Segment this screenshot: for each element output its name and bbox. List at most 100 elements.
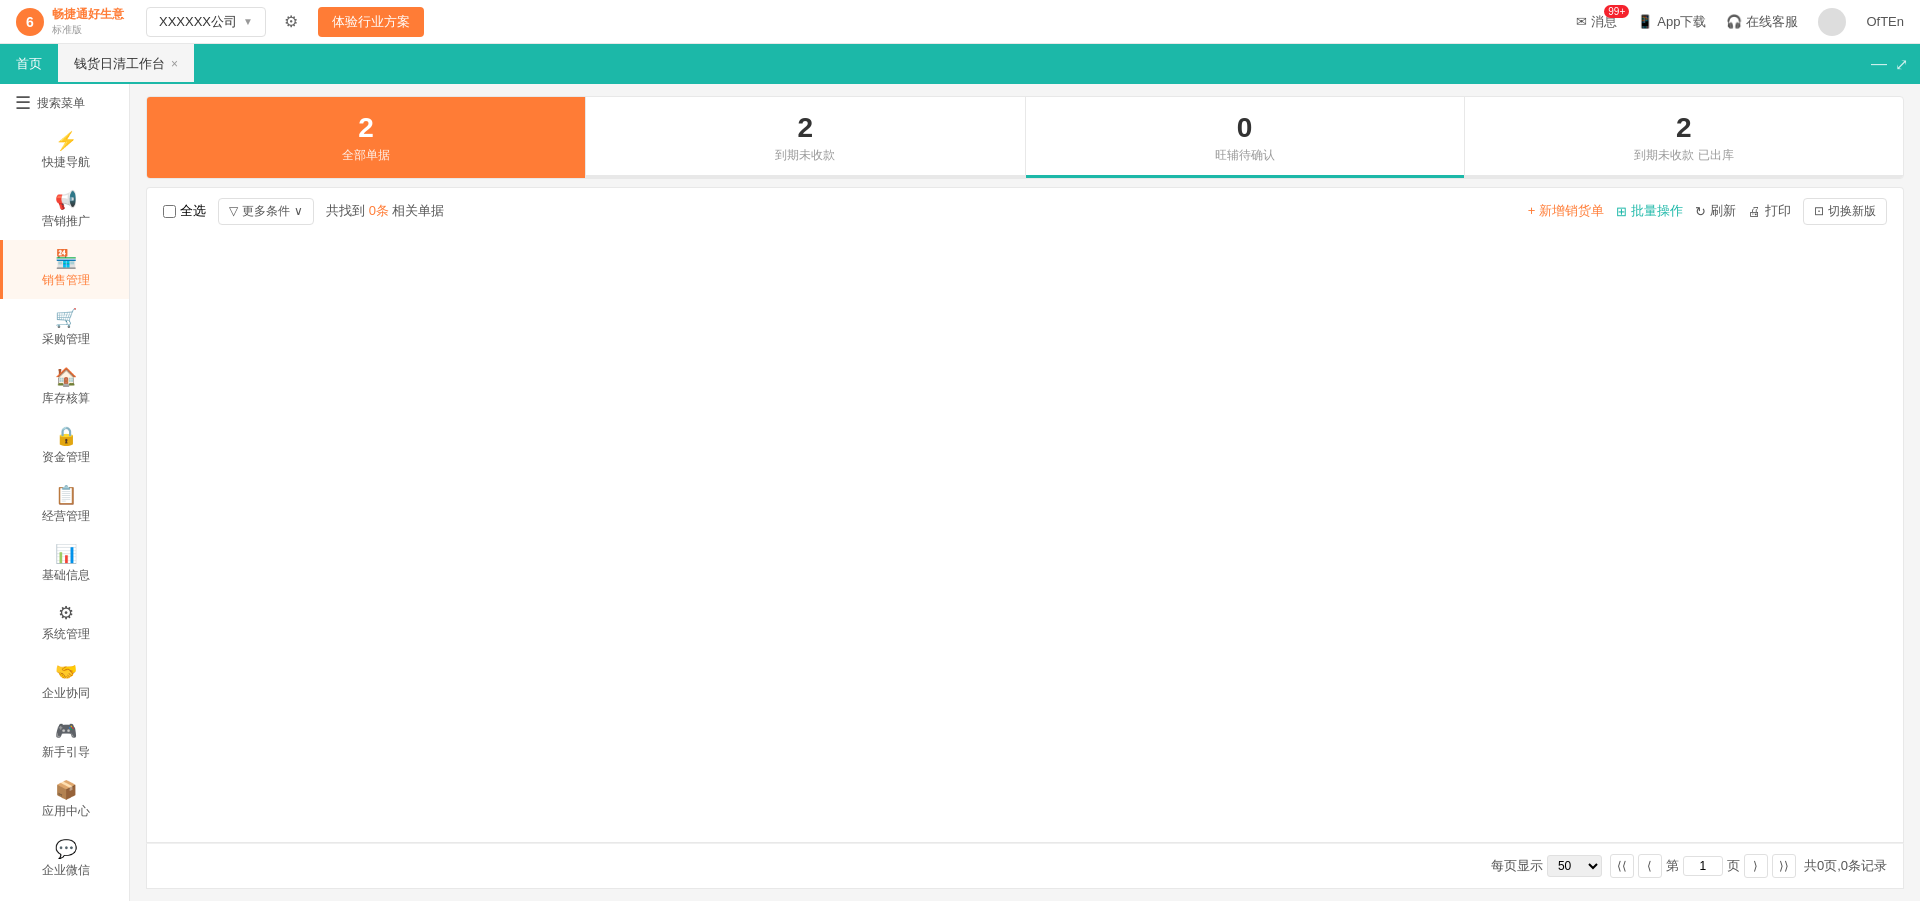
page-nav: ⟨⟨ ⟨ 第 页 ⟩ ⟩⟩ xyxy=(1610,854,1796,878)
stat-overdue[interactable]: 2 到期未收款 xyxy=(586,97,1025,178)
toolbar-right: + 新增销货单 ⊞ 批量操作 ↻ 刷新 🖨 打印 ⊡ 切换新版 xyxy=(1528,198,1887,225)
toolbar: 全选 ▽ 更多条件 ∨ 共找到 0条 相关单据 + 新增销货单 ⊞ 批量操作 xyxy=(146,187,1904,235)
username: OfTEn xyxy=(1866,14,1904,29)
online-service-btn[interactable]: 🎧 在线客服 xyxy=(1726,13,1798,31)
dropdown-arrow-icon: ▼ xyxy=(243,16,253,27)
tab-workbench[interactable]: 钱货日清工作台 × xyxy=(58,44,194,84)
page-size-select[interactable]: 50 100 200 xyxy=(1547,855,1602,877)
stat-shipped-label: 到期未收款 已出库 xyxy=(1485,147,1883,164)
stat-pending-number: 0 xyxy=(1046,111,1444,145)
page-size-selector[interactable]: 每页显示 50 100 200 xyxy=(1491,855,1602,877)
operations-icon: 📋 xyxy=(55,486,77,504)
switch-icon: ⊡ xyxy=(1814,204,1824,218)
download-icon: 📱 xyxy=(1637,14,1653,29)
stat-all[interactable]: 2 全部单据 xyxy=(147,97,586,178)
wechat-icon: 💬 xyxy=(55,840,77,858)
sidebar-item-marketing[interactable]: 📢 营销推广 xyxy=(0,181,129,240)
system-icon: ⚙ xyxy=(58,604,74,622)
table-area xyxy=(146,235,1904,843)
stats-row: 2 全部单据 2 到期未收款 0 旺辅待确认 2 到期未收款 已出库 xyxy=(146,96,1904,179)
switch-version-button[interactable]: ⊡ 切换新版 xyxy=(1803,198,1887,225)
tab-bar: 首页 钱货日清工作台 × — ⤢ xyxy=(0,44,1920,84)
logo-area: 6 畅捷通好生意 标准版 xyxy=(16,7,146,36)
sidebar-item-operations[interactable]: 📋 经营管理 xyxy=(0,476,129,535)
stat-overdue-label: 到期未收款 xyxy=(606,147,1004,164)
sidebar: ☰ 搜索菜单 ⚡ 快捷导航 📢 营销推广 🏪 销售管理 🛒 采购管理 🏠 库存核… xyxy=(0,84,130,901)
stat-pending-underline xyxy=(1026,175,1464,178)
batch-operation-button[interactable]: ⊞ 批量操作 xyxy=(1616,202,1683,220)
content-area: 2 全部单据 2 到期未收款 0 旺辅待确认 2 到期未收款 已出库 xyxy=(130,84,1920,901)
finance-icon: 🔒 xyxy=(55,427,77,445)
company-selector[interactable]: XXXXXX公司 ▼ xyxy=(146,7,266,37)
sidebar-item-app-center[interactable]: 📦 应用中心 xyxy=(0,771,129,830)
total-records: 共0页,0条记录 xyxy=(1804,857,1887,875)
tab-maximize-icon[interactable]: ⤢ xyxy=(1895,55,1908,74)
message-icon: ✉ xyxy=(1576,14,1587,29)
prev-page-button[interactable]: ⟨ xyxy=(1638,854,1662,878)
sidebar-item-finance[interactable]: 🔒 资金管理 xyxy=(0,417,129,476)
enterprise-icon: 🤝 xyxy=(55,663,77,681)
first-page-button[interactable]: ⟨⟨ xyxy=(1610,854,1634,878)
inventory-icon: 🏠 xyxy=(55,368,77,386)
sidebar-item-quick-nav[interactable]: ⚡ 快捷导航 xyxy=(0,122,129,181)
stat-shipped-underline xyxy=(1465,175,1903,178)
found-count: 0条 xyxy=(369,203,389,218)
sidebar-item-member[interactable]: ▽ 畅会员 xyxy=(0,889,129,901)
marketing-icon: 📢 xyxy=(55,191,77,209)
stat-all-label: 全部单据 xyxy=(167,147,565,164)
last-page-button[interactable]: ⟩⟩ xyxy=(1772,854,1796,878)
tab-close-icon[interactable]: × xyxy=(171,57,178,71)
stat-all-number: 2 xyxy=(167,111,565,145)
app-center-icon: 📦 xyxy=(55,781,77,799)
found-text: 共找到 0条 相关单据 xyxy=(326,202,444,220)
next-page-button[interactable]: ⟩ xyxy=(1744,854,1768,878)
filter-icon: ▽ xyxy=(229,204,238,218)
sidebar-item-wechat[interactable]: 💬 企业微信 xyxy=(0,830,129,889)
refresh-button[interactable]: ↻ 刷新 xyxy=(1695,202,1736,220)
search-menu-icon: ☰ xyxy=(15,94,31,112)
guide-icon: 🎮 xyxy=(55,722,77,740)
purchase-icon: 🛒 xyxy=(55,309,77,327)
stat-overdue-underline xyxy=(586,175,1024,178)
main-layout: ☰ 搜索菜单 ⚡ 快捷导航 📢 营销推广 🏪 销售管理 🛒 采购管理 🏠 库存核… xyxy=(0,84,1920,901)
avatar[interactable] xyxy=(1818,8,1846,36)
sidebar-item-purchase[interactable]: 🛒 采购管理 xyxy=(0,299,129,358)
refresh-icon: ↻ xyxy=(1695,204,1706,219)
header-right: ✉ 消息 99+ 📱 App下载 🎧 在线客服 OfTEn xyxy=(1576,8,1904,36)
sidebar-item-system[interactable]: ⚙ 系统管理 xyxy=(0,594,129,653)
stat-overdue-number: 2 xyxy=(606,111,1004,145)
select-all-input[interactable] xyxy=(163,205,176,218)
stat-pending[interactable]: 0 旺辅待确认 xyxy=(1026,97,1465,178)
quick-nav-icon: ⚡ xyxy=(55,132,77,150)
app-logo: 6 xyxy=(16,8,44,36)
trial-button[interactable]: 体验行业方案 xyxy=(318,7,424,37)
tab-home[interactable]: 首页 xyxy=(0,44,58,84)
top-header: 6 畅捷通好生意 标准版 XXXXXX公司 ▼ ⚙ 体验行业方案 ✉ 消息 99… xyxy=(0,0,1920,44)
sidebar-item-search-menu[interactable]: ☰ 搜索菜单 xyxy=(0,84,129,122)
filter-button[interactable]: ▽ 更多条件 ∨ xyxy=(218,198,314,225)
app-download-btn[interactable]: 📱 App下载 xyxy=(1637,13,1706,31)
add-sale-order-button[interactable]: + 新增销货单 xyxy=(1528,202,1604,220)
message-btn[interactable]: ✉ 消息 99+ xyxy=(1576,13,1617,31)
stat-pending-label: 旺辅待确认 xyxy=(1046,147,1444,164)
logo-text: 畅捷通好生意 标准版 xyxy=(52,7,124,36)
print-icon: 🖨 xyxy=(1748,204,1761,219)
sidebar-item-guide[interactable]: 🎮 新手引导 xyxy=(0,712,129,771)
tab-actions: — ⤢ xyxy=(1871,55,1920,74)
message-badge: 99+ xyxy=(1604,5,1629,18)
page-input[interactable] xyxy=(1683,856,1723,876)
stat-shipped[interactable]: 2 到期未收款 已出库 xyxy=(1465,97,1903,178)
tab-minimize-icon[interactable]: — xyxy=(1871,55,1887,74)
service-icon: 🎧 xyxy=(1726,14,1742,29)
basic-info-icon: 📊 xyxy=(55,545,77,563)
settings-icon[interactable]: ⚙ xyxy=(276,7,306,37)
pagination-bar: 每页显示 50 100 200 ⟨⟨ ⟨ 第 页 ⟩ ⟩⟩ 共0页,0条记录 xyxy=(146,843,1904,889)
sidebar-item-enterprise[interactable]: 🤝 企业协同 xyxy=(0,653,129,712)
sales-icon: 🏪 xyxy=(55,250,77,268)
sidebar-item-basic-info[interactable]: 📊 基础信息 xyxy=(0,535,129,594)
sidebar-item-inventory[interactable]: 🏠 库存核算 xyxy=(0,358,129,417)
stat-shipped-number: 2 xyxy=(1485,111,1883,145)
print-button[interactable]: 🖨 打印 xyxy=(1748,202,1791,220)
select-all-checkbox[interactable]: 全选 xyxy=(163,202,206,220)
sidebar-item-sales[interactable]: 🏪 销售管理 xyxy=(0,240,129,299)
